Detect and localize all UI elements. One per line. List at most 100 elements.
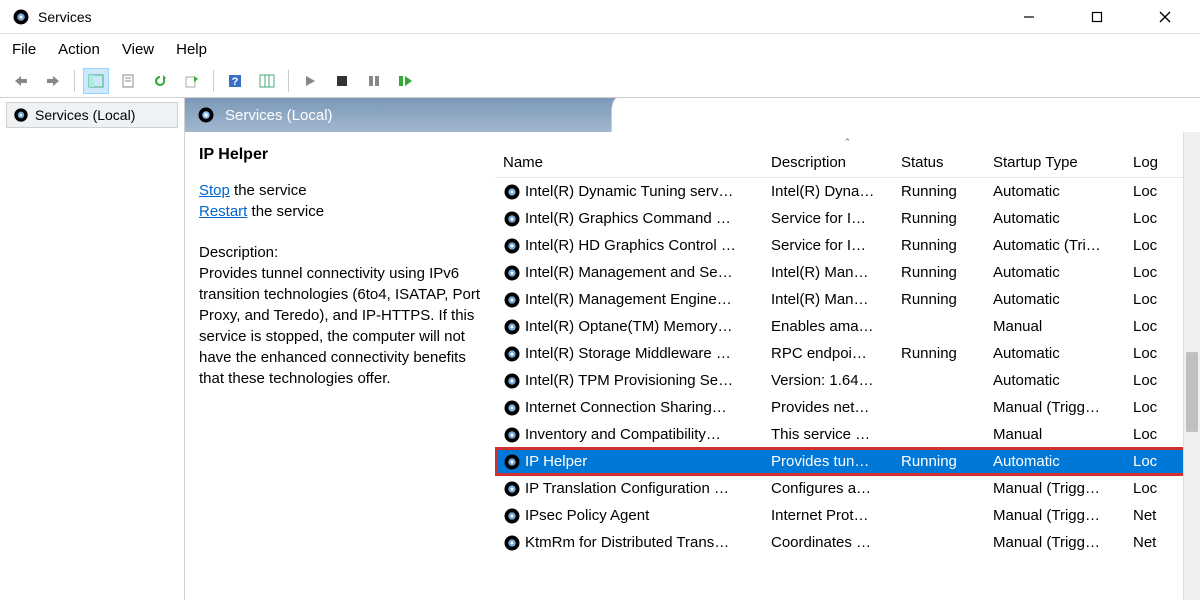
service-logon-cell: Loc <box>1125 453 1175 470</box>
service-startup-cell: Automatic <box>985 210 1125 227</box>
window-title: Services <box>38 9 92 25</box>
service-desc-cell: Version: 1.64… <box>763 372 893 389</box>
detail-pane: IP Helper Stop the service Restart the s… <box>185 132 495 600</box>
service-row[interactable]: Inventory and Compatibility…This service… <box>495 421 1200 448</box>
gear-icon <box>503 291 521 309</box>
properties-button[interactable] <box>115 68 141 94</box>
service-logon-cell: Loc <box>1125 372 1175 389</box>
service-row[interactable]: Intel(R) Storage Middleware …RPC endpoi…… <box>495 340 1200 367</box>
column-header-logon[interactable]: Log <box>1125 154 1175 171</box>
content-tab-title: Services (Local) <box>225 107 333 124</box>
menu-help[interactable]: Help <box>176 41 207 58</box>
gear-icon <box>503 372 521 390</box>
gear-icon <box>503 507 521 525</box>
service-desc-cell: Intel(R) Man… <box>763 291 893 308</box>
menu-view[interactable]: View <box>122 41 154 58</box>
service-startup-cell: Manual (Trigg… <box>985 480 1125 497</box>
service-startup-cell: Automatic <box>985 183 1125 200</box>
column-header-name[interactable]: Name <box>495 154 763 171</box>
service-name-cell: Intel(R) Management and Se… <box>525 264 733 281</box>
maximize-button[interactable] <box>1074 3 1120 31</box>
service-status-cell: Running <box>893 264 985 281</box>
menu-file[interactable]: File <box>12 41 36 58</box>
service-desc-cell: Coordinates … <box>763 534 893 551</box>
column-header-description[interactable]: Description <box>763 154 893 171</box>
service-name-cell: Internet Connection Sharing… <box>525 399 727 416</box>
selected-service-name: IP Helper <box>199 144 481 166</box>
service-row[interactable]: IP HelperProvides tun…RunningAutomaticLo… <box>495 448 1200 475</box>
service-logon-cell: Net <box>1125 507 1175 524</box>
service-row[interactable]: Intel(R) HD Graphics Control …Service fo… <box>495 232 1200 259</box>
start-service-button[interactable] <box>297 68 323 94</box>
menu-bar: File Action View Help <box>0 34 1200 64</box>
service-row[interactable]: Internet Connection Sharing… Provides net… <box>495 394 1200 421</box>
service-desc-cell: RPC endpoi… <box>763 345 893 362</box>
service-row[interactable]: IP Translation Configuration …Configures… <box>495 475 1200 502</box>
service-logon-cell: Loc <box>1125 237 1175 254</box>
tree-item-services-local[interactable]: Services (Local) <box>6 102 178 128</box>
restart-service-button[interactable] <box>393 68 419 94</box>
service-name-cell: IPsec Policy Agent <box>525 507 649 524</box>
service-name-cell: Inventory and Compatibility… <box>525 426 721 443</box>
gear-icon <box>503 183 521 201</box>
service-name-cell: Intel(R) Graphics Command … <box>525 210 731 227</box>
column-headers: Name Description Status Startup Type Log <box>495 148 1200 178</box>
close-button[interactable] <box>1142 3 1188 31</box>
service-name-cell: IP Helper <box>525 453 587 470</box>
gear-icon <box>503 318 521 336</box>
pause-service-button[interactable] <box>361 68 387 94</box>
service-startup-cell: Manual <box>985 426 1125 443</box>
vertical-scrollbar[interactable] <box>1183 132 1200 600</box>
back-button[interactable] <box>8 68 34 94</box>
forward-button[interactable] <box>40 68 66 94</box>
svg-text:?: ? <box>232 76 239 88</box>
tree-pane: Services (Local) <box>0 98 185 600</box>
help-button[interactable]: ? <box>222 68 248 94</box>
service-startup-cell: Manual <box>985 318 1125 335</box>
service-row[interactable]: Intel(R) Management Engine… Intel(R) Man…… <box>495 286 1200 313</box>
scroll-thumb[interactable] <box>1186 352 1198 432</box>
gear-icon <box>13 107 29 123</box>
service-row[interactable]: IPsec Policy AgentInternet Prot…Manual (… <box>495 502 1200 529</box>
service-name-cell: KtmRm for Distributed Trans… <box>525 534 729 551</box>
restart-service-link[interactable]: Restart <box>199 203 247 220</box>
service-status-cell: Running <box>893 210 985 227</box>
service-row[interactable]: Intel(R) TPM Provisioning Se… Version: 1.… <box>495 367 1200 394</box>
menu-action[interactable]: Action <box>58 41 100 58</box>
gear-icon <box>503 534 521 552</box>
service-row[interactable]: KtmRm for Distributed Trans… Coordinates … <box>495 529 1200 556</box>
export-list-button[interactable] <box>179 68 205 94</box>
sort-indicator-icon: ⌃ <box>495 137 1200 148</box>
service-name-cell: Intel(R) Management Engine… <box>525 291 732 308</box>
minimize-button[interactable] <box>1006 3 1052 31</box>
refresh-button[interactable] <box>147 68 173 94</box>
service-row[interactable]: Intel(R) Optane(TM) Memory…Enables ama…M… <box>495 313 1200 340</box>
show-hide-tree-button[interactable] <box>83 68 109 94</box>
service-desc-cell: Provides net… <box>763 399 893 416</box>
column-header-startup[interactable]: Startup Type <box>985 154 1125 171</box>
service-startup-cell: Automatic <box>985 264 1125 281</box>
service-row[interactable]: Intel(R) Graphics Command … Service for I… <box>495 205 1200 232</box>
service-startup-cell: Manual (Trigg… <box>985 507 1125 524</box>
service-startup-cell: Automatic <box>985 372 1125 389</box>
service-row[interactable]: Intel(R) Dynamic Tuning serv…Intel(R) Dy… <box>495 178 1200 205</box>
service-startup-cell: Automatic <box>985 453 1125 470</box>
description-label: Description: <box>199 242 481 263</box>
service-name-cell: IP Translation Configuration … <box>525 480 729 497</box>
gear-icon <box>503 480 521 498</box>
stop-service-link[interactable]: Stop <box>199 182 230 199</box>
stop-service-button[interactable] <box>329 68 355 94</box>
service-name-cell: Intel(R) Optane(TM) Memory… <box>525 318 733 335</box>
service-status-cell: Running <box>893 183 985 200</box>
service-name-cell: Intel(R) TPM Provisioning Se… <box>525 372 733 389</box>
service-desc-cell: Provides tun… <box>763 453 893 470</box>
service-desc-cell: Service for I… <box>763 210 893 227</box>
service-name-cell: Intel(R) Dynamic Tuning serv… <box>525 183 733 200</box>
gear-icon <box>503 345 521 363</box>
service-startup-cell: Automatic (Tri… <box>985 237 1125 254</box>
service-logon-cell: Loc <box>1125 345 1175 362</box>
service-row[interactable]: Intel(R) Management and Se…Intel(R) Man…… <box>495 259 1200 286</box>
column-header-status[interactable]: Status <box>893 154 985 171</box>
service-logon-cell: Loc <box>1125 210 1175 227</box>
columns-button[interactable] <box>254 68 280 94</box>
